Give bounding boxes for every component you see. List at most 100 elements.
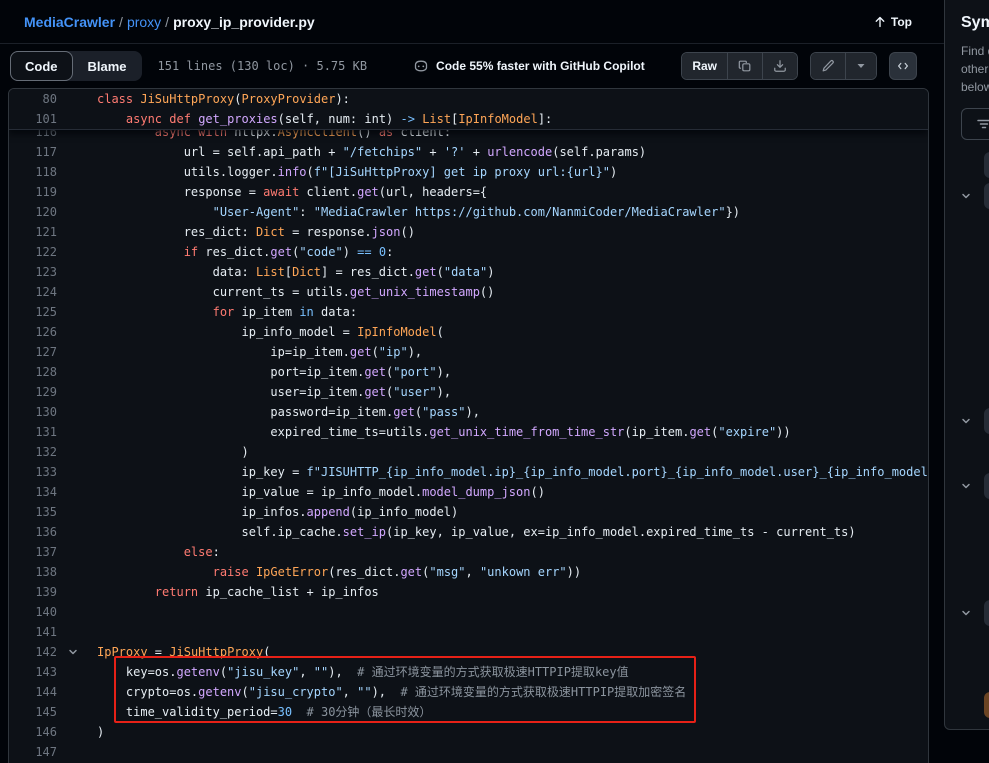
copy-button[interactable] [727, 53, 762, 79]
line-number[interactable]: 123 [9, 262, 57, 282]
symbol-item[interactable] [945, 152, 989, 178]
line-number[interactable]: 136 [9, 522, 57, 542]
code-token: "pass" [422, 405, 465, 419]
code-line: 147 [9, 742, 928, 762]
line-number[interactable]: 119 [9, 182, 57, 202]
code-token: IpProxy [97, 645, 148, 659]
line-number[interactable]: 130 [9, 402, 57, 422]
fold-gutter [65, 282, 81, 302]
raw-button[interactable]: Raw [682, 53, 727, 79]
line-number[interactable]: 118 [9, 162, 57, 182]
code-token: 30 [278, 705, 292, 719]
line-number[interactable]: 146 [9, 722, 57, 742]
symbols-panel-toggle[interactable] [889, 52, 917, 80]
line-number[interactable]: 117 [9, 142, 57, 162]
code-token: = response. [285, 225, 372, 239]
line-number[interactable]: 145 [9, 702, 57, 722]
code-token: IpInfoModel [458, 112, 537, 126]
breadcrumb-folder-link[interactable]: proxy [127, 14, 161, 30]
line-number[interactable]: 101 [9, 109, 57, 129]
code-token: AsyncClient [278, 130, 357, 139]
line-number[interactable]: 137 [9, 542, 57, 562]
line-number[interactable]: 138 [9, 562, 57, 582]
symbol-item[interactable] [945, 408, 989, 434]
code-token: ) [97, 445, 249, 459]
fold-toggle[interactable] [65, 642, 81, 662]
code-token [97, 565, 213, 579]
breadcrumb-repo-link[interactable]: MediaCrawler [24, 14, 115, 30]
line-number[interactable]: 131 [9, 422, 57, 442]
symbols-panel-content: Symbols Find definitions and references … [945, 0, 989, 154]
line-number[interactable]: 139 [9, 582, 57, 602]
code-text: "User-Agent": "MediaCrawler https://gith… [81, 202, 928, 222]
symbols-filter-button[interactable] [961, 108, 989, 140]
fold-gutter [65, 522, 81, 542]
code-token: "port" [393, 365, 436, 379]
symbol-item[interactable] [945, 473, 989, 499]
line-number[interactable]: 140 [9, 602, 57, 622]
code-line: 127 ip=ip_item.get("ip"), [9, 342, 928, 362]
code-token: "" [357, 685, 371, 699]
code-token: (self.params) [552, 145, 646, 159]
copilot-banner[interactable]: Code 55% faster with GitHub Copilot [413, 58, 645, 74]
download-button[interactable] [762, 53, 797, 79]
line-number[interactable]: 125 [9, 302, 57, 322]
line-number[interactable]: 147 [9, 742, 57, 762]
chevron-down-icon[interactable] [953, 191, 979, 201]
code-token: as [379, 130, 393, 139]
code-token: Dict [292, 265, 321, 279]
line-number[interactable]: 133 [9, 462, 57, 482]
chevron-down-icon [68, 647, 78, 657]
symbol-item[interactable] [945, 692, 989, 718]
fold-gutter [65, 662, 81, 682]
line-number[interactable]: 122 [9, 242, 57, 262]
code-line: 117 url = self.api_path + "/fetchips" + … [9, 142, 928, 162]
line-number[interactable]: 128 [9, 362, 57, 382]
code-token: if [184, 245, 198, 259]
symbol-item[interactable] [945, 600, 989, 626]
chevron-down-icon[interactable] [953, 416, 979, 426]
line-number[interactable]: 134 [9, 482, 57, 502]
line-number[interactable]: 80 [9, 89, 57, 109]
code-token: , [466, 565, 480, 579]
symbol-badge [984, 183, 989, 209]
code-token: ip_infos. [97, 505, 307, 519]
code-token: ( [372, 345, 379, 359]
code-token: client. [299, 185, 357, 199]
symbol-item[interactable] [945, 183, 989, 209]
chevron-down-icon[interactable] [953, 481, 979, 491]
line-number[interactable]: 129 [9, 382, 57, 402]
back-to-top-button[interactable]: Top [874, 15, 912, 29]
line-number[interactable]: 120 [9, 202, 57, 222]
line-number[interactable]: 124 [9, 282, 57, 302]
code-token: ( [234, 92, 241, 106]
line-number[interactable]: 135 [9, 502, 57, 522]
code-text: user=ip_item.get("user"), [81, 382, 928, 402]
line-number[interactable]: 142 [9, 642, 57, 662]
code-token: (ip_key, ip_value, ex=ip_info_model.expi… [386, 525, 856, 539]
fold-gutter [65, 442, 81, 462]
code-token: with [198, 130, 227, 139]
tab-blame[interactable]: Blame [73, 51, 142, 81]
line-number[interactable]: 143 [9, 662, 57, 682]
line-number[interactable]: 121 [9, 222, 57, 242]
tab-code[interactable]: Code [10, 51, 73, 81]
fold-gutter [65, 302, 81, 322]
code-token: ), [408, 345, 422, 359]
line-number[interactable]: 127 [9, 342, 57, 362]
line-number[interactable]: 141 [9, 622, 57, 642]
code-line: 135 ip_infos.append(ip_info_model) [9, 502, 928, 522]
code-text: current_ts = utils.get_unix_timestamp() [81, 282, 928, 302]
code-token [97, 205, 213, 219]
fold-gutter [65, 322, 81, 342]
line-number[interactable]: 126 [9, 322, 57, 342]
line-number[interactable]: 144 [9, 682, 57, 702]
edit-dropdown-button[interactable] [845, 53, 876, 79]
code-token: url = self.api_path + [97, 145, 343, 159]
fold-gutter [65, 422, 81, 442]
edit-button[interactable] [811, 53, 845, 79]
code-line: 123 data: List[Dict] = res_dict.get("dat… [9, 262, 928, 282]
line-number[interactable]: 116 [9, 130, 57, 142]
chevron-down-icon[interactable] [953, 608, 979, 618]
line-number[interactable]: 132 [9, 442, 57, 462]
